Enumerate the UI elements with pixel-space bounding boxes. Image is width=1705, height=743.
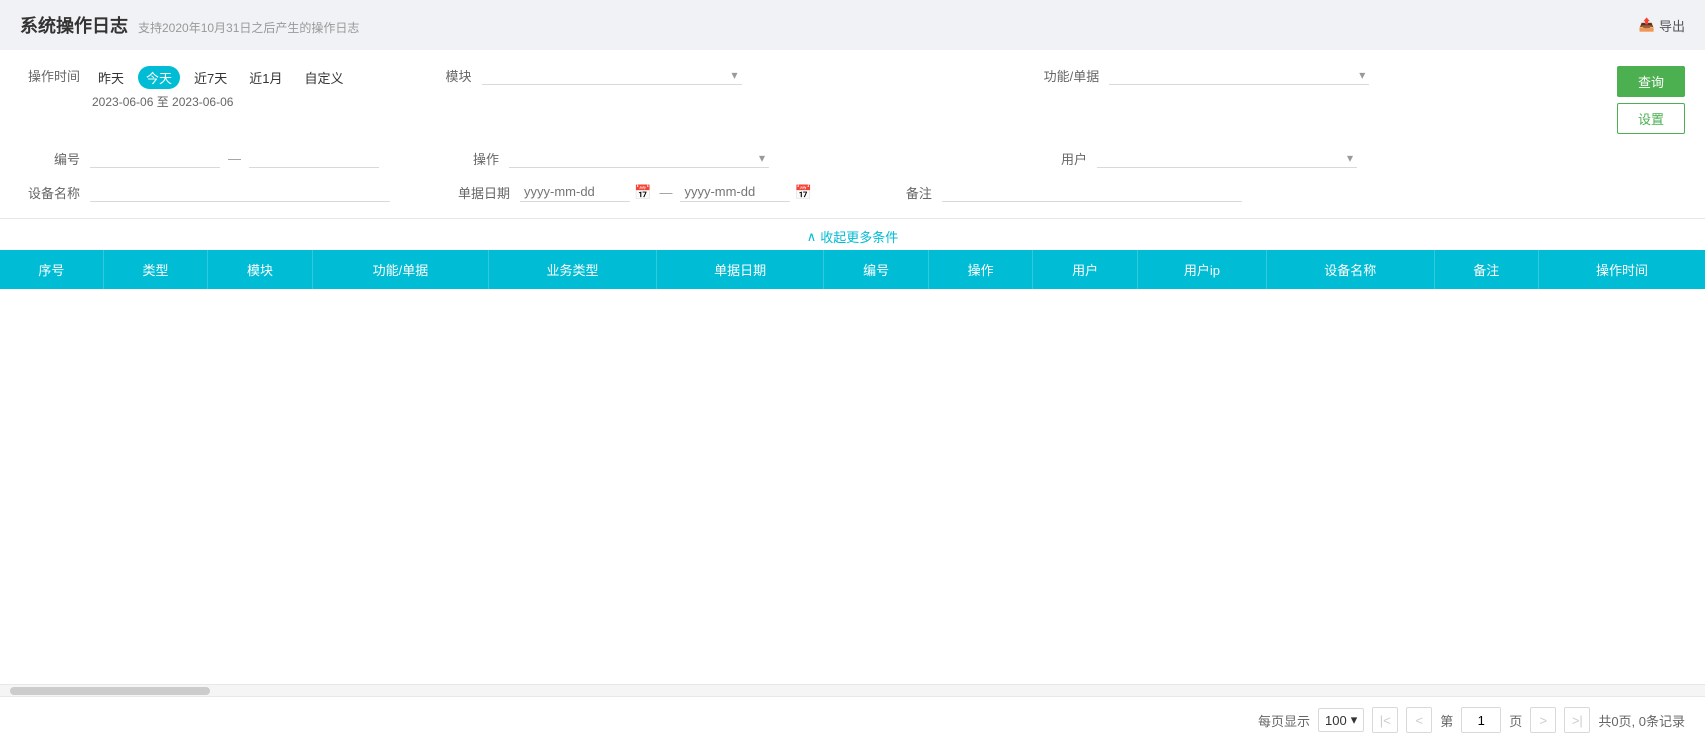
- user-dropdown-icon: ▾: [1347, 151, 1353, 165]
- export-button[interactable]: 📤 导出: [1639, 16, 1685, 35]
- operation-label: 操作: [439, 149, 499, 168]
- time-filter: 昨天 今天 近7天 近1月 自定义 2023-06-06 至 2023-06-0…: [90, 66, 352, 110]
- time-btn-1month[interactable]: 近1月: [241, 66, 290, 89]
- col-device: 设备名称: [1266, 250, 1434, 289]
- settings-button[interactable]: 设置: [1617, 103, 1685, 134]
- col-index: 序号: [0, 250, 103, 289]
- date-dash: —: [659, 185, 672, 200]
- col-op-time: 操作时间: [1539, 250, 1705, 289]
- remark-input[interactable]: [942, 182, 1242, 202]
- col-remark: 备注: [1434, 250, 1538, 289]
- user-filter-group: 用户 ▾: [1027, 149, 1555, 168]
- collapse-chevron-icon: ∧: [807, 229, 817, 245]
- module-label: 模块: [412, 66, 472, 85]
- number-start-input[interactable]: [90, 148, 220, 168]
- number-end-input[interactable]: [249, 148, 379, 168]
- module-filter-group: 模块 ▾: [412, 66, 970, 85]
- operation-filter-group: 操作 ▾: [439, 149, 967, 168]
- page-input[interactable]: [1461, 707, 1501, 733]
- collapse-label: 收起更多条件: [820, 227, 898, 246]
- filter-actions: 查询 设置: [1617, 66, 1685, 134]
- col-biz-type: 业务类型: [489, 250, 657, 289]
- page-first-button[interactable]: |<: [1372, 707, 1398, 733]
- data-table-wrapper: 序号 类型 模块 功能/单据 业务类型 单据日期 编号 操作 用户 用户ip 设…: [0, 250, 1705, 684]
- page-label: 第: [1440, 711, 1453, 730]
- query-button[interactable]: 查询: [1617, 66, 1685, 97]
- device-input[interactable]: [90, 182, 390, 202]
- date-start-input[interactable]: [520, 182, 630, 202]
- function-label: 功能/单据: [1029, 66, 1099, 85]
- user-select[interactable]: ▾: [1097, 149, 1357, 168]
- col-module: 模块: [208, 250, 312, 289]
- per-page-select[interactable]: 100 ▾: [1318, 708, 1364, 732]
- function-filter-group: 功能/单据 ▾: [1029, 66, 1587, 85]
- col-type: 类型: [103, 250, 207, 289]
- time-btn-7days[interactable]: 近7天: [186, 66, 235, 89]
- date-start-wrap: 📅: [520, 182, 651, 202]
- page-subtitle: 支持2020年10月31日之后产生的操作日志: [138, 19, 359, 36]
- page-last-button[interactable]: >|: [1564, 707, 1590, 733]
- remark-filter-group: 备注: [872, 182, 1685, 202]
- page-header: 系统操作日志 支持2020年10月31日之后产生的操作日志 📤 导出: [0, 0, 1705, 50]
- export-icon: 📤: [1639, 17, 1655, 33]
- function-select[interactable]: ▾: [1109, 66, 1369, 85]
- page-next-button[interactable]: >: [1530, 707, 1556, 733]
- date-end-wrap: 📅: [680, 182, 811, 202]
- per-page-label: 每页显示: [1258, 711, 1310, 730]
- page-prev-button[interactable]: <: [1406, 707, 1432, 733]
- module-dropdown-icon: ▾: [731, 68, 737, 82]
- calendar-end-icon[interactable]: 📅: [794, 184, 811, 201]
- col-function: 功能/单据: [312, 250, 488, 289]
- data-table: 序号 类型 模块 功能/单据 业务类型 单据日期 编号 操作 用户 用户ip 设…: [0, 250, 1705, 289]
- page-total: 共0页, 0条记录: [1598, 711, 1685, 730]
- col-user: 用户: [1033, 250, 1137, 289]
- page-unit: 页: [1509, 711, 1522, 730]
- date-end-input[interactable]: [680, 182, 790, 202]
- module-select[interactable]: ▾: [482, 66, 742, 85]
- filter-area: 操作时间 昨天 今天 近7天 近1月 自定义 2023-06-06 至 2023…: [0, 50, 1705, 219]
- operation-dropdown-icon: ▾: [759, 151, 765, 165]
- time-label: 操作时间: [20, 66, 80, 85]
- number-dash: —: [228, 151, 241, 166]
- function-dropdown-icon: ▾: [1359, 68, 1365, 82]
- time-btn-custom[interactable]: 自定义: [297, 66, 352, 89]
- voucher-date-label: 单据日期: [450, 183, 510, 202]
- remark-label: 备注: [872, 183, 932, 202]
- export-label: 导出: [1659, 16, 1685, 35]
- time-btn-yesterday[interactable]: 昨天: [90, 66, 132, 89]
- col-number: 编号: [824, 250, 928, 289]
- page-title: 系统操作日志: [20, 12, 128, 38]
- device-label: 设备名称: [20, 183, 80, 202]
- device-filter-group: 设备名称: [20, 182, 390, 202]
- per-page-value: 100: [1325, 713, 1347, 728]
- collapse-button[interactable]: ∧ 收起更多条件: [807, 227, 899, 246]
- voucher-date-filter-group: 单据日期 📅 — 📅: [450, 182, 812, 202]
- scrollbar-area[interactable]: [0, 684, 1705, 696]
- time-range-text: 2023-06-06 至 2023-06-06: [92, 93, 352, 110]
- col-user-ip: 用户ip: [1137, 250, 1266, 289]
- col-operation: 操作: [928, 250, 1032, 289]
- per-page-dropdown-icon: ▾: [1351, 712, 1358, 728]
- operation-select[interactable]: ▾: [509, 149, 769, 168]
- col-voucher-date: 单据日期: [656, 250, 824, 289]
- table-header-row: 序号 类型 模块 功能/单据 业务类型 单据日期 编号 操作 用户 用户ip 设…: [0, 250, 1705, 289]
- time-btn-today[interactable]: 今天: [138, 66, 180, 89]
- time-buttons: 昨天 今天 近7天 近1月 自定义: [90, 66, 352, 89]
- pagination: 每页显示 100 ▾ |< < 第 页 > >| 共0页, 0条记录: [0, 696, 1705, 743]
- user-label: 用户: [1027, 149, 1087, 168]
- time-filter-group: 操作时间 昨天 今天 近7天 近1月 自定义 2023-06-06 至 2023…: [20, 66, 352, 110]
- number-label: 编号: [20, 149, 80, 168]
- calendar-start-icon[interactable]: 📅: [634, 184, 651, 201]
- scrollbar-thumb[interactable]: [10, 687, 210, 695]
- collapse-bar[interactable]: ∧ 收起更多条件: [0, 219, 1705, 250]
- header-left: 系统操作日志 支持2020年10月31日之后产生的操作日志: [20, 12, 359, 38]
- table-empty-state: [0, 289, 1705, 639]
- number-filter-group: 编号 —: [20, 148, 379, 168]
